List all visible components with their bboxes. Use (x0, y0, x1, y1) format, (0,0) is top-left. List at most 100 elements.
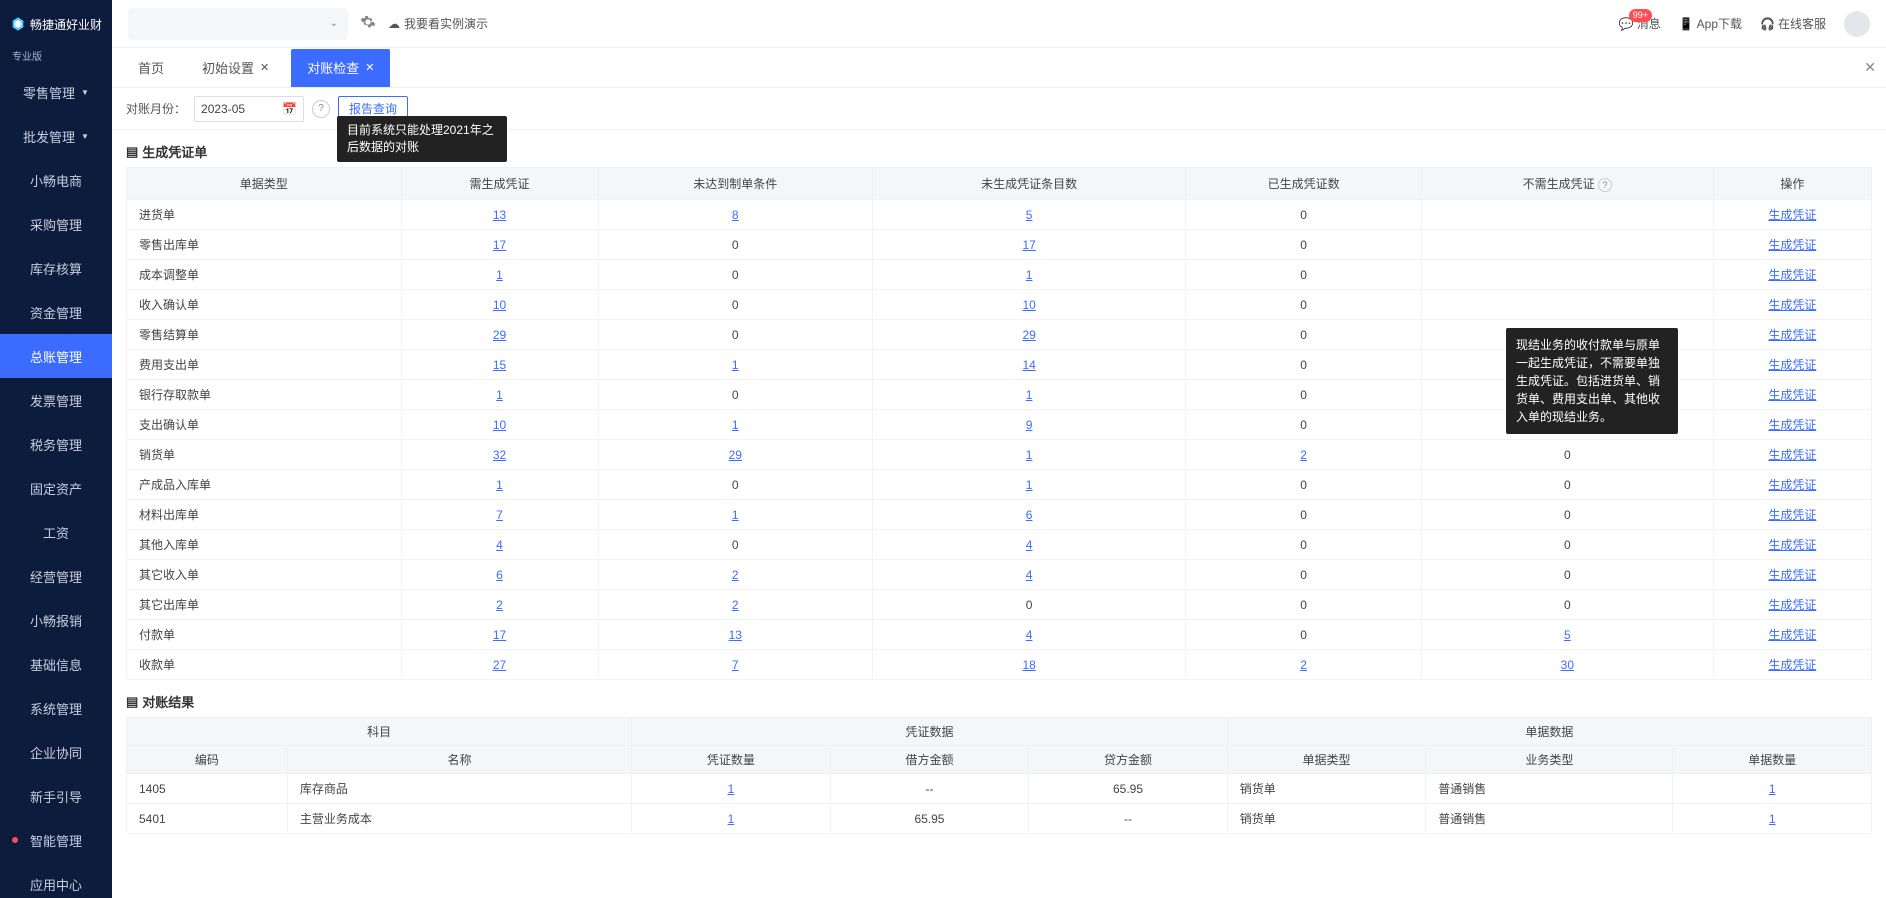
sidebar-item-label: 基础信息 (30, 655, 82, 674)
value-link[interactable]: 1 (732, 508, 739, 522)
avatar[interactable] (1844, 11, 1870, 37)
value-link[interactable]: 27 (493, 658, 506, 672)
close-all-tabs-button[interactable]: ✕ (1864, 59, 1876, 76)
value-link[interactable]: 10 (493, 298, 506, 312)
sidebar-item-14[interactable]: 系统管理 (0, 686, 112, 730)
value-link[interactable]: 29 (1022, 328, 1035, 342)
generate-voucher-button[interactable]: 生成凭证 (1768, 208, 1816, 222)
value-link[interactable]: 29 (493, 328, 506, 342)
value-link[interactable]: 7 (732, 658, 739, 672)
value-link[interactable]: 14 (1022, 358, 1035, 372)
tab-1[interactable]: 初始设置✕ (186, 49, 285, 87)
sidebar-item-8[interactable]: 税务管理 (0, 422, 112, 466)
sidebar-item-7[interactable]: 发票管理 (0, 378, 112, 422)
value-link[interactable]: 7 (496, 508, 503, 522)
value-link[interactable]: 6 (1026, 508, 1033, 522)
value-link[interactable]: 2 (732, 598, 739, 612)
sidebar-item-11[interactable]: 经营管理 (0, 554, 112, 598)
generate-voucher-button[interactable]: 生成凭证 (1768, 628, 1816, 642)
generate-voucher-button[interactable]: 生成凭证 (1768, 298, 1816, 312)
sidebar-item-5[interactable]: 资金管理 (0, 290, 112, 334)
value-link[interactable]: 2 (1300, 448, 1307, 462)
value-link[interactable]: 5 (1026, 208, 1033, 222)
generate-voucher-button[interactable]: 生成凭证 (1768, 478, 1816, 492)
info-icon[interactable]: ? (1598, 178, 1612, 192)
sidebar-item-4[interactable]: 库存核算 (0, 246, 112, 290)
value-link[interactable]: 32 (493, 448, 506, 462)
value-link[interactable]: 17 (493, 238, 506, 252)
value-link[interactable]: 4 (1026, 568, 1033, 582)
value-link[interactable]: 1 (496, 268, 503, 282)
value-link[interactable]: 10 (1022, 298, 1035, 312)
value-link[interactable]: 4 (1026, 628, 1033, 642)
value-link[interactable]: 6 (496, 568, 503, 582)
sidebar-item-9[interactable]: 固定资产 (0, 466, 112, 510)
sidebar-item-6[interactable]: 总账管理 (0, 334, 112, 378)
demo-link[interactable]: ☁ 我要看实例演示 (388, 15, 488, 32)
month-input[interactable]: 2023-05 📅 (194, 96, 304, 122)
generate-voucher-button[interactable]: 生成凭证 (1768, 358, 1816, 372)
value-link[interactable]: 1 (728, 812, 735, 826)
value-link[interactable]: 10 (493, 418, 506, 432)
value-link[interactable]: 1 (1769, 782, 1776, 796)
value-link[interactable]: 1 (1026, 268, 1033, 282)
value-link[interactable]: 1 (496, 478, 503, 492)
value-link[interactable]: 2 (1300, 658, 1307, 672)
value-link[interactable]: 1 (1026, 388, 1033, 402)
close-icon[interactable]: ✕ (260, 61, 269, 74)
generate-voucher-button[interactable]: 生成凭证 (1768, 268, 1816, 282)
value-link[interactable]: 4 (496, 538, 503, 552)
generate-voucher-button[interactable]: 生成凭证 (1768, 448, 1816, 462)
customer-service-button[interactable]: 🎧 在线客服 (1760, 15, 1826, 32)
generate-voucher-button[interactable]: 生成凭证 (1768, 388, 1816, 402)
value-link[interactable]: 1 (732, 358, 739, 372)
generate-voucher-button[interactable]: 生成凭证 (1768, 538, 1816, 552)
value-link[interactable]: 4 (1026, 538, 1033, 552)
sidebar-item-1[interactable]: 批发管理▼ (0, 114, 112, 158)
sidebar-item-0[interactable]: 零售管理▼ (0, 70, 112, 114)
value-link[interactable]: 13 (493, 208, 506, 222)
value-link[interactable]: 8 (732, 208, 739, 222)
value-link[interactable]: 1 (1026, 478, 1033, 492)
tab-0[interactable]: 首页 (122, 49, 180, 87)
generate-voucher-button[interactable]: 生成凭证 (1768, 328, 1816, 342)
value-link[interactable]: 18 (1022, 658, 1035, 672)
value-link[interactable]: 1 (1026, 448, 1033, 462)
value-link[interactable]: 2 (496, 598, 503, 612)
sidebar-item-16[interactable]: 新手引导 (0, 774, 112, 818)
gear-icon[interactable] (360, 14, 376, 33)
help-icon[interactable]: ? (312, 100, 330, 118)
value-link[interactable]: 1 (496, 388, 503, 402)
sidebar-item-15[interactable]: 企业协同 (0, 730, 112, 774)
value-link[interactable]: 15 (493, 358, 506, 372)
value-link[interactable]: 1 (728, 782, 735, 796)
value-link[interactable]: 30 (1561, 658, 1574, 672)
generate-voucher-button[interactable]: 生成凭证 (1768, 598, 1816, 612)
value-link[interactable]: 1 (732, 418, 739, 432)
value-link[interactable]: 1 (1769, 812, 1776, 826)
value-link[interactable]: 29 (729, 448, 742, 462)
sidebar-item-17[interactable]: 智能管理 (0, 818, 112, 862)
sidebar-item-18[interactable]: 应用中心 (0, 862, 112, 898)
generate-voucher-button[interactable]: 生成凭证 (1768, 568, 1816, 582)
generate-voucher-button[interactable]: 生成凭证 (1768, 508, 1816, 522)
sidebar-item-12[interactable]: 小畅报销 (0, 598, 112, 642)
close-icon[interactable]: ✕ (365, 61, 374, 74)
value-link[interactable]: 17 (1022, 238, 1035, 252)
sidebar-item-13[interactable]: 基础信息 (0, 642, 112, 686)
generate-voucher-button[interactable]: 生成凭证 (1768, 658, 1816, 672)
company-selector[interactable]: ⌄ (128, 8, 348, 40)
generate-voucher-button[interactable]: 生成凭证 (1768, 238, 1816, 252)
app-download-button[interactable]: 📱 App下载 (1679, 15, 1742, 32)
value-link[interactable]: 17 (493, 628, 506, 642)
tab-2[interactable]: 对账检查✕ (291, 49, 390, 87)
value-link[interactable]: 9 (1026, 418, 1033, 432)
sidebar-item-3[interactable]: 采购管理 (0, 202, 112, 246)
generate-voucher-button[interactable]: 生成凭证 (1768, 418, 1816, 432)
messages-button[interactable]: 💬 消息 99+ (1619, 15, 1661, 32)
sidebar-item-10[interactable]: 工资 (0, 510, 112, 554)
value-link[interactable]: 13 (729, 628, 742, 642)
value-link[interactable]: 2 (732, 568, 739, 582)
sidebar-item-2[interactable]: 小畅电商 (0, 158, 112, 202)
value-link[interactable]: 5 (1564, 628, 1571, 642)
